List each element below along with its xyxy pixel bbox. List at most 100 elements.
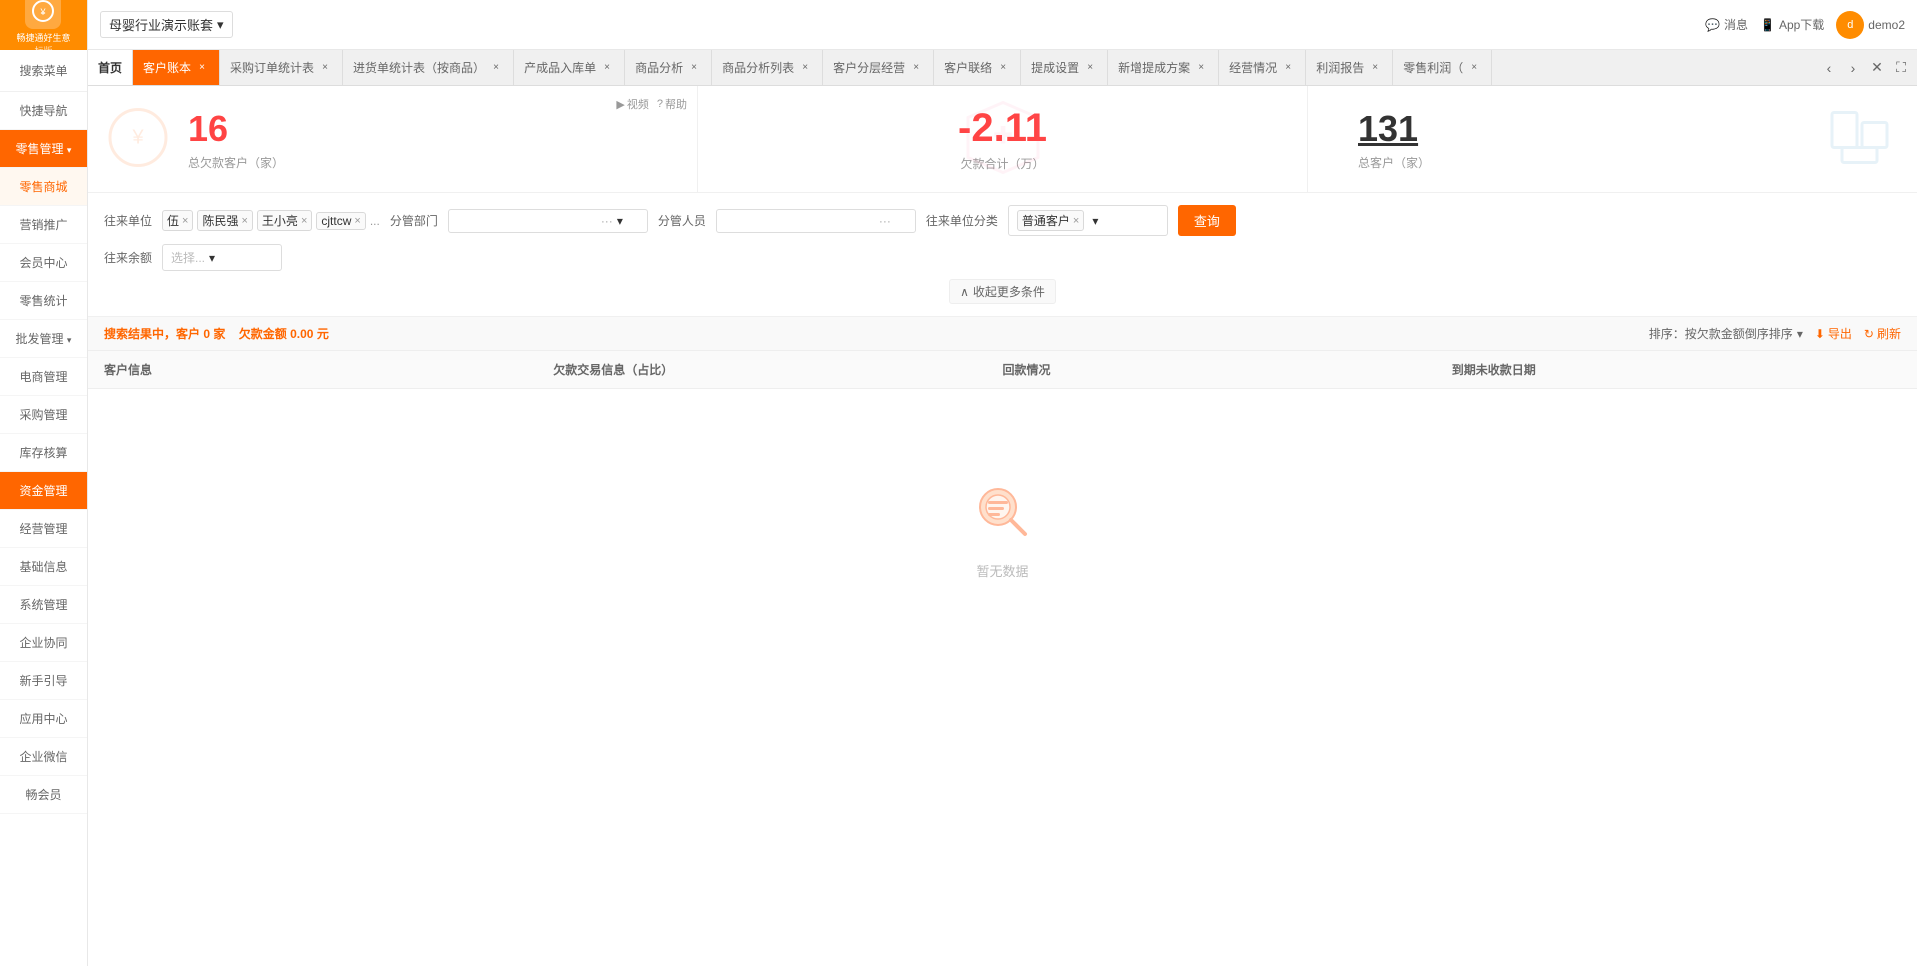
filter-balance-label: 往来余额 [104,249,152,266]
tab-customer-contact-label: 客户联络 [944,59,992,76]
tab-raise-settings-close[interactable]: × [1083,61,1097,75]
help-button[interactable]: ?帮助 [657,96,687,112]
tab-customer-segment-close[interactable]: × [909,61,923,75]
tab-product-analysis-close[interactable]: × [687,61,701,75]
sidebar-item-member[interactable]: 畅会员 [0,776,87,814]
tab-product-instock-close[interactable]: × [600,61,614,75]
tab-product-analysis-list[interactable]: 商品分析列表 × [712,50,823,86]
sidebar-item-quick-nav[interactable]: 快捷导航 [0,92,87,130]
tab-customer-segment[interactable]: 客户分层经营 × [823,50,934,86]
tab-product-analysis[interactable]: 商品分析 × [625,50,712,86]
filter-tag-chen-close[interactable]: × [241,215,247,227]
filter-dept-label: 分管部门 [390,212,438,229]
tab-profit-report-label: 利润报告 [1316,59,1364,76]
tab-home[interactable]: 首页 [88,50,133,86]
message-icon: 💬 [1705,18,1720,32]
tab-profit-report[interactable]: 利润报告 × [1306,50,1393,86]
stat-customers-value: 131 [1358,108,1430,150]
tab-product-analysis-list-close[interactable]: × [798,61,812,75]
tab-new-raise[interactable]: 新增提成方案 × [1108,50,1219,86]
sidebar-item-purchase[interactable]: 采购管理 [0,396,87,434]
filter-more-tags[interactable]: ... [370,214,380,228]
export-button[interactable]: ⬇ 导出 [1815,325,1852,342]
filter-dept-select[interactable]: ··· ▾ [448,209,648,233]
sort-selector[interactable]: 排序：按欠款金额倒序排序 ▾ [1649,325,1803,342]
filter-tag-wu-close[interactable]: × [182,215,188,227]
sidebar-item-basic-info[interactable]: 基础信息 [0,548,87,586]
tab-purchase-order-close[interactable]: × [318,61,332,75]
tab-retail-profit[interactable]: 零售利润（ × [1393,50,1492,86]
tab-customer-cost-close[interactable]: × [195,61,209,75]
download-icon: 📱 [1760,18,1775,32]
message-button[interactable]: 💬 消息 [1705,16,1748,33]
tab-customer-contact[interactable]: 客户联络 × [934,50,1021,86]
tab-operation-status-close[interactable]: × [1281,61,1295,75]
tab-operation-status[interactable]: 经营情况 × [1219,50,1306,86]
export-label: 导出 [1828,325,1852,342]
sidebar-item-inventory[interactable]: 库存核算 [0,434,87,472]
tab-product-instock[interactable]: 产成品入库单 × [514,50,625,86]
tab-customer-cost-label: 客户账本 [143,59,191,76]
sidebar-item-enterprise-wechat[interactable]: 企业微信 [0,738,87,776]
stat-card-debtors: ¥ 16 总欠款客户（家） ▶视频 ?帮助 [88,86,698,192]
query-button[interactable]: 查询 [1178,205,1236,236]
tab-purchase-order[interactable]: 采购订单统计表 × [220,50,343,86]
search-result-info: 搜索结果中，客户 0 家 欠款金额 0.00 元 [104,325,329,342]
sidebar-item-finance[interactable]: 资金管理 [0,472,87,510]
user-profile[interactable]: d demo2 [1836,11,1905,39]
sidebar-item-member-center[interactable]: 会员中心 [0,244,87,282]
filter-unit-type-tag-close[interactable]: × [1073,215,1079,227]
sort-arrow: ▾ [1797,327,1803,341]
tab-instock-stats[interactable]: 进货单统计表（按商品） × [343,50,514,86]
tab-next-button[interactable]: › [1843,58,1863,78]
filter-unit-type-select[interactable]: 普通客户 × ▾ [1008,205,1168,236]
tab-profit-report-close[interactable]: × [1368,61,1382,75]
stat-debtors-value: 16 [188,108,284,150]
filter-tag-wang-close[interactable]: × [301,215,307,227]
collapse-button[interactable]: ∧ 收起更多条件 [949,279,1056,304]
sidebar-item-search[interactable]: 搜索菜单 [8,58,79,83]
filter-tag-cjttcw-close[interactable]: × [354,215,360,227]
debtor-bg-icon: ¥ [108,108,168,168]
filter-unit-label: 往来单位 [104,212,152,229]
tab-prev-button[interactable]: ‹ [1819,58,1839,78]
sidebar-item-operation[interactable]: 经营管理 [0,510,87,548]
sidebar-item-marketing[interactable]: 营销推广 [0,206,87,244]
sidebar-item-retail-stats[interactable]: 零售统计 [0,282,87,320]
tab-close-all-button[interactable]: ✕ [1867,58,1887,78]
empty-icon [963,469,1043,549]
sidebar-item-new-guide[interactable]: 新手引导 [0,662,87,700]
tab-new-raise-close[interactable]: × [1194,61,1208,75]
topbar-left: 母婴行业演示账套 ▾ [100,11,233,38]
tabbar-controls: ‹ › ✕ ⛶ [1813,58,1917,78]
sidebar-item-wholesale-mgmt[interactable]: 批发管理 ▾ [0,320,87,358]
app-download-button[interactable]: 📱 App下载 [1760,16,1824,33]
sidebar-item-system[interactable]: 系统管理 [0,586,87,624]
sidebar-item-retail-mgmt[interactable]: 零售管理 ▾ [0,130,87,168]
sidebar-item-app-center[interactable]: 应用中心 [0,700,87,738]
debt-bg-icon: ✚ [963,98,1043,181]
stat-customers-label: 总客户（家） [1358,154,1430,171]
tab-raise-settings[interactable]: 提成设置 × [1021,50,1108,86]
filter-person-select[interactable]: ··· [716,209,916,233]
sidebar-item-retail-shop[interactable]: 零售商城 [0,168,87,206]
sidebar-search-section[interactable]: 搜索菜单 [0,50,87,92]
tab-maximize-button[interactable]: ⛶ [1891,58,1911,78]
tab-retail-profit-close[interactable]: × [1467,61,1481,75]
filter-area: 往来单位 伍 × 陈民强 × 王小亮 × cjttcw [88,193,1917,317]
tab-customer-contact-close[interactable]: × [996,61,1010,75]
sidebar-item-enterprise-collab[interactable]: 企业协同 [0,624,87,662]
search-debt-value: 0.00 [290,327,313,341]
filter-balance-select[interactable]: 选择... ▾ [162,244,282,271]
sidebar-item-ecommerce[interactable]: 电商管理 [0,358,87,396]
svg-text:✚: ✚ [992,123,1012,150]
search-result-prefix: 搜索结果中，客户 [104,327,200,341]
app-title: 畅捷通好生意 [16,31,70,44]
tab-product-analysis-list-label: 商品分析列表 [722,59,794,76]
refresh-button[interactable]: ↻ 刷新 [1864,325,1901,342]
tab-instock-stats-close[interactable]: × [489,61,503,75]
tab-customer-cost[interactable]: 客户账本 × [133,50,220,86]
video-button[interactable]: ▶视频 [616,96,648,112]
tab-purchase-order-label: 采购订单统计表 [230,59,314,76]
account-dropdown[interactable]: 母婴行业演示账套 ▾ [100,11,233,38]
